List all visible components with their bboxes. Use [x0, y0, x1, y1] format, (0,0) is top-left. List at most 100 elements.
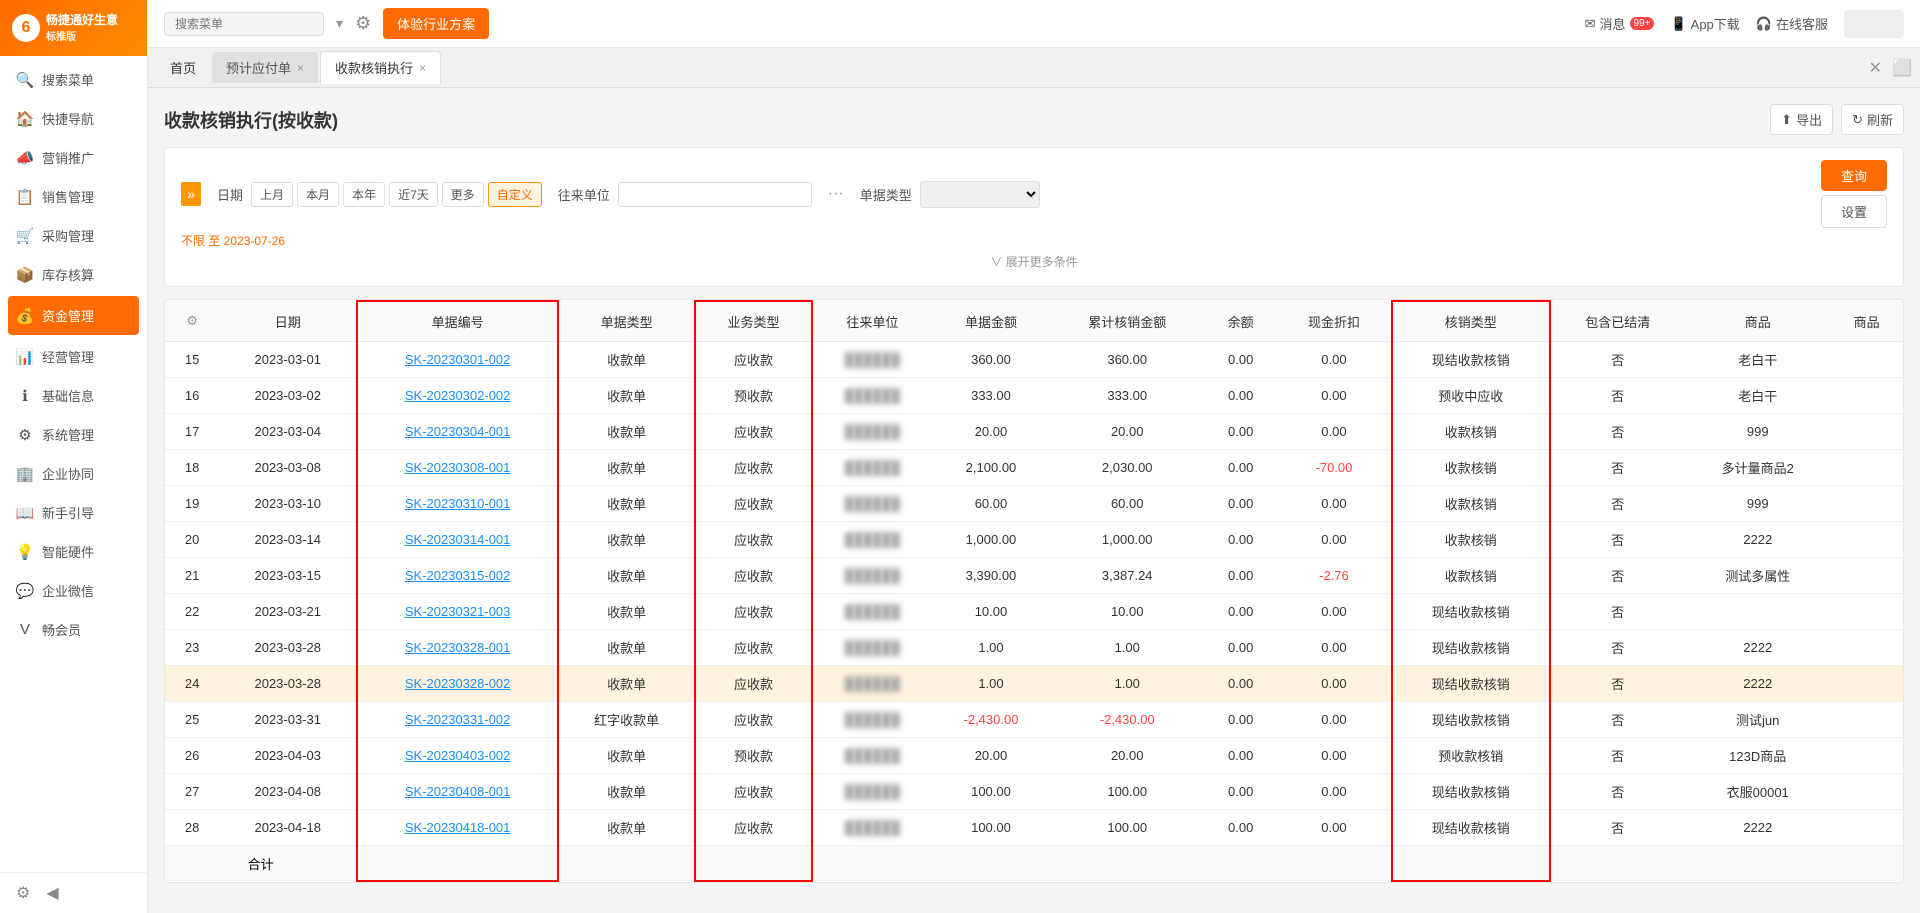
cell-product: 2222 [1685, 810, 1830, 846]
cell-biz-type: 应收款 [695, 774, 812, 810]
cell-bill-no[interactable]: SK-20230321-003 [357, 594, 558, 630]
this-month-btn[interactable]: 本月 [297, 182, 339, 207]
collapse-icon[interactable]: ◀ [46, 883, 58, 903]
sidebar-item-sales[interactable]: 📋 销售管理 [0, 177, 147, 216]
inventory-icon: 📦 [16, 266, 34, 284]
col-accum-amount: 累计核销金额 [1050, 301, 1204, 342]
sidebar-item-purchase[interactable]: 🛒 采购管理 [0, 216, 147, 255]
solution-button[interactable]: 体验行业方案 [383, 8, 489, 39]
cell-bill-type: 收款单 [558, 450, 695, 486]
sidebar-item-funds[interactable]: 💰 资金管理 [8, 296, 139, 335]
sidebar-item-inventory[interactable]: 📦 库存核算 [0, 255, 147, 294]
tab-home[interactable]: 首页 [156, 52, 210, 83]
sidebar-item-guide[interactable]: 📖 新手引导 [0, 493, 147, 532]
cell-bill-no[interactable]: SK-20230328-001 [357, 630, 558, 666]
sidebar-item-label: 经营管理 [42, 347, 94, 366]
settings-button[interactable]: 设置 [1821, 195, 1887, 228]
cell-product: 999 [1685, 414, 1830, 450]
last-month-btn[interactable]: 上月 [251, 182, 293, 207]
system-icon: ⚙ [16, 426, 34, 444]
cell-amount: 10.00 [932, 594, 1050, 630]
service-group[interactable]: 🎧 在线客服 [1756, 14, 1828, 33]
cell-balance: 0.00 [1204, 702, 1277, 738]
sidebar-item-operations[interactable]: 📊 经营管理 [0, 337, 147, 376]
headset-icon: 🎧 [1756, 16, 1772, 32]
sidebar-item-marketing[interactable]: 📣 营销推广 [0, 138, 147, 177]
close-window-icon[interactable]: ✕ [1869, 58, 1882, 78]
cell-bill-no[interactable]: SK-20230331-002 [357, 702, 558, 738]
table-row: 19 2023-03-10 SK-20230310-001 收款单 应收款 ██… [165, 486, 1903, 522]
gear-icon[interactable]: ⚙ [355, 13, 371, 34]
cell-bill-no[interactable]: SK-20230408-001 [357, 774, 558, 810]
cell-cash-discount: 0.00 [1277, 810, 1392, 846]
tab-collection-close[interactable]: × [419, 61, 426, 75]
sidebar-item-hardware[interactable]: 💡 智能硬件 [0, 532, 147, 571]
date-range-text: 不限 至 2023-07-26 [181, 234, 285, 248]
bill-type-select[interactable] [920, 181, 1040, 208]
sidebar-item-system[interactable]: ⚙ 系统管理 [0, 415, 147, 454]
cell-cash-discount: 0.00 [1277, 630, 1392, 666]
export-button[interactable]: ⬆ 导出 [1770, 104, 1833, 135]
col-balance: 余额 [1204, 301, 1277, 342]
sidebar-item-quicknav[interactable]: 🏠 快捷导航 [0, 99, 147, 138]
filter-toggle-button[interactable]: » [181, 182, 201, 206]
cell-product2 [1830, 666, 1903, 702]
tab-payable-close[interactable]: × [297, 61, 304, 75]
cell-bill-no[interactable]: SK-20230302-002 [357, 378, 558, 414]
cell-included: 否 [1550, 378, 1686, 414]
cell-product2 [1830, 774, 1903, 810]
cell-bill-no[interactable]: SK-20230314-001 [357, 522, 558, 558]
settings-icon[interactable]: ⚙ [16, 883, 30, 903]
cell-bill-no[interactable]: SK-20230304-001 [357, 414, 558, 450]
cell-partner: ██████ [812, 594, 932, 630]
query-button[interactable]: 查询 [1821, 160, 1887, 191]
cell-included: 否 [1550, 558, 1686, 594]
sidebar-item-basic[interactable]: ℹ 基础信息 [0, 376, 147, 415]
tab-payable[interactable]: 预计应付单 × [212, 52, 318, 83]
table-row: 23 2023-03-28 SK-20230328-001 收款单 应收款 ██… [165, 630, 1903, 666]
refresh-button[interactable]: ↻ 刷新 [1841, 104, 1904, 135]
cell-bill-no[interactable]: SK-20230310-001 [357, 486, 558, 522]
cell-bill-no[interactable]: SK-20230301-002 [357, 342, 558, 378]
cell-bill-type: 收款单 [558, 414, 695, 450]
cell-bill-no[interactable]: SK-20230308-001 [357, 450, 558, 486]
custom-btn[interactable]: 自定义 [488, 182, 542, 207]
this-year-btn[interactable]: 本年 [343, 182, 385, 207]
col-date: 日期 [219, 301, 357, 342]
sidebar-item-wechat[interactable]: 💬 企业微信 [0, 571, 147, 610]
message-icon: ✉ [1585, 16, 1596, 32]
app-download-group[interactable]: 📱 App下载 [1670, 14, 1739, 33]
cell-included: 否 [1550, 666, 1686, 702]
cell-bill-no[interactable]: SK-20230315-002 [357, 558, 558, 594]
sidebar-item-member[interactable]: V 畅会员 [0, 610, 147, 649]
cell-bill-type: 收款单 [558, 666, 695, 702]
dropdown-icon[interactable]: ▾ [336, 15, 343, 32]
page-content: 收款核销执行(按收款) ⬆ 导出 ↻ 刷新 » 日期 上月 [148, 88, 1920, 913]
cell-product: 123D商品 [1685, 738, 1830, 774]
cell-bill-no[interactable]: SK-20230418-001 [357, 810, 558, 846]
table-row: 18 2023-03-08 SK-20230308-001 收款单 应收款 ██… [165, 450, 1903, 486]
message-group[interactable]: ✉ 消息 99+ [1585, 14, 1655, 33]
sidebar-item-label: 新手引导 [42, 503, 94, 522]
cell-partner: ██████ [812, 666, 932, 702]
user-avatar[interactable] [1844, 10, 1904, 38]
cell-balance: 0.00 [1204, 378, 1277, 414]
cell-date: 2023-03-21 [219, 594, 357, 630]
cell-bill-no[interactable]: SK-20230403-002 [357, 738, 558, 774]
cell-bill-no[interactable]: SK-20230328-002 [357, 666, 558, 702]
sidebar-item-enterprise[interactable]: 🏢 企业协同 [0, 454, 147, 493]
last-7days-btn[interactable]: 近7天 [389, 182, 438, 207]
maximize-icon[interactable]: ⬜ [1892, 58, 1912, 78]
sidebar-item-search[interactable]: 🔍 搜索菜单 [0, 60, 147, 99]
tab-collection[interactable]: 收款核销执行 × [320, 51, 441, 84]
search-input[interactable] [164, 12, 324, 36]
cell-bill-type: 收款单 [558, 522, 695, 558]
cell-included: 否 [1550, 738, 1686, 774]
cell-biz-type: 应收款 [695, 450, 812, 486]
partner-filter-input[interactable] [618, 182, 812, 207]
cell-seq: 27 [165, 774, 219, 810]
col-product2: 商品 [1830, 301, 1903, 342]
expand-more-btn[interactable]: ∨ 展开更多条件 [181, 249, 1887, 274]
more-btn[interactable]: 更多 [442, 182, 484, 207]
col-gear[interactable]: ⚙ [165, 301, 219, 342]
